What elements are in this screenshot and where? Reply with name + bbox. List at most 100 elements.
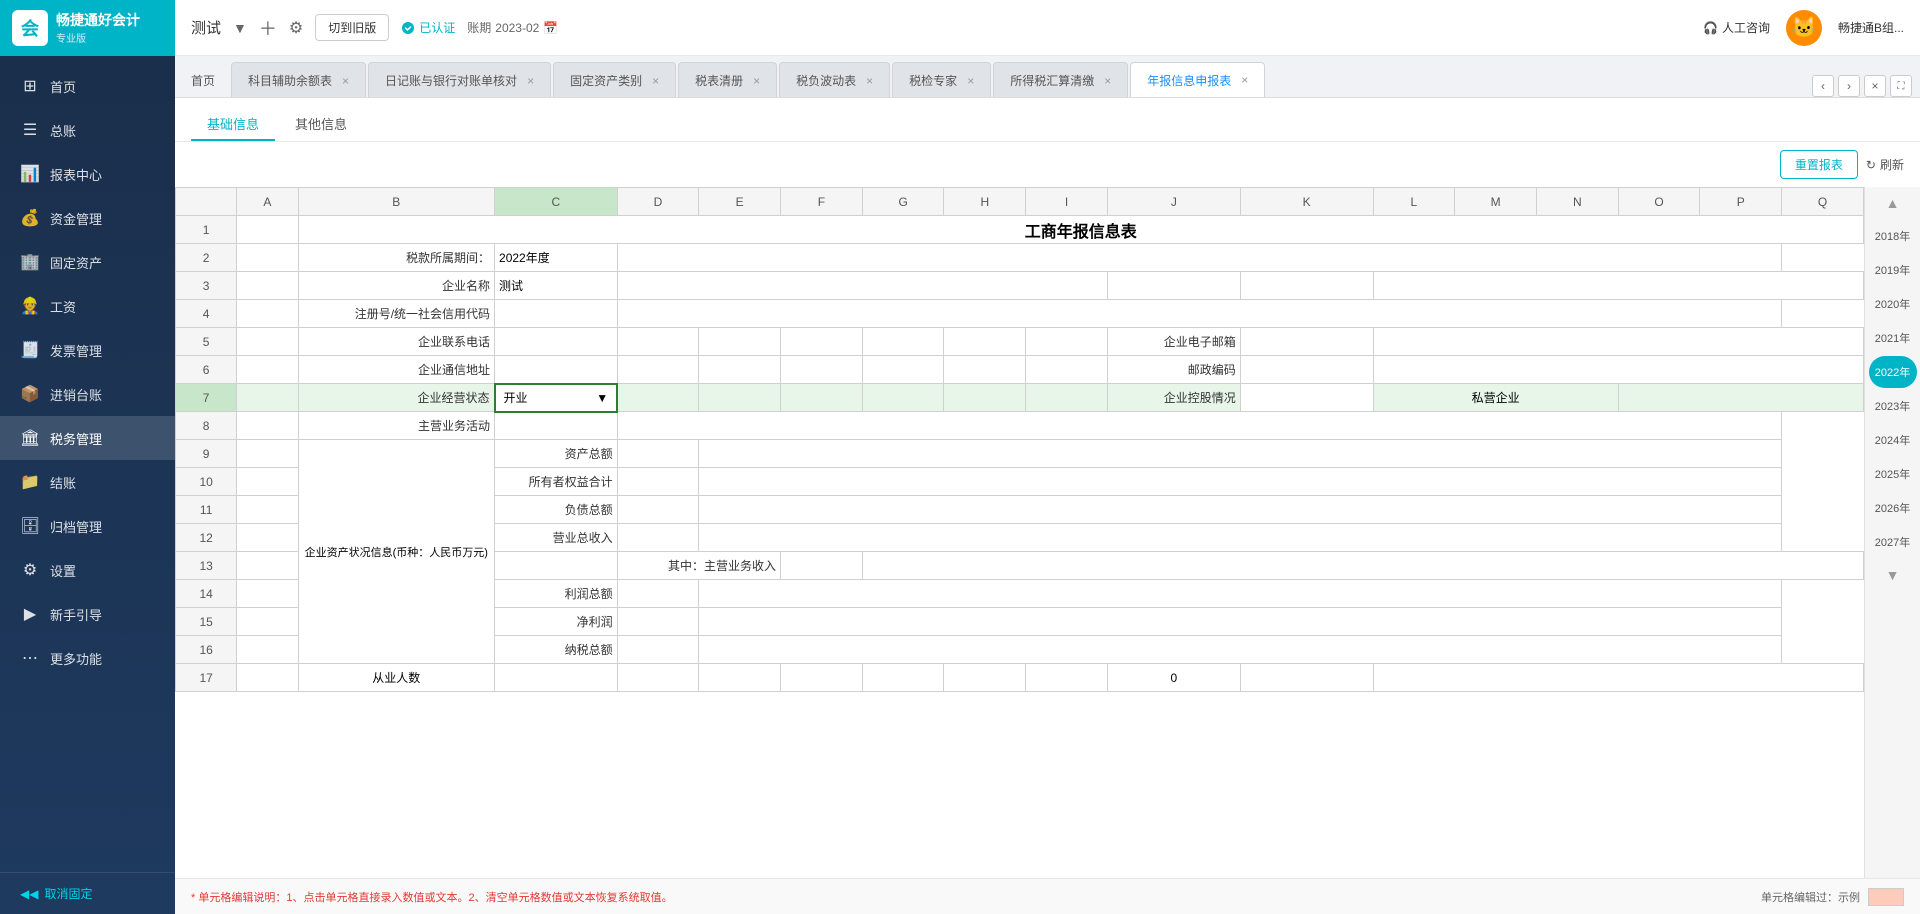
consult-btn[interactable]: 🎧 人工咨询 <box>1703 19 1770 36</box>
col-header-f[interactable]: F <box>781 188 863 216</box>
year-item-2027[interactable]: 2027年 <box>1869 526 1917 558</box>
cell-c3[interactable]: 测试 <box>495 272 618 300</box>
sidebar-item-tax[interactable]: 🏛 税务管理 <box>0 416 175 460</box>
year-item-2022[interactable]: 2022年 <box>1869 356 1917 388</box>
year-scroll-up-btn[interactable]: ▲ <box>1877 191 1909 215</box>
sidebar-item-more[interactable]: ⋯ 更多功能 <box>0 636 175 680</box>
sidebar-item-home[interactable]: ⊞ 首页 <box>0 64 175 108</box>
tab-close-all-btn[interactable]: × <box>1864 75 1886 97</box>
tab-item-6[interactable]: 所得税汇算清缴 × <box>993 62 1128 98</box>
tab-close-btn[interactable]: × <box>1104 74 1111 88</box>
cell-f13[interactable] <box>781 552 863 580</box>
year-scroll-down-btn[interactable]: ▼ <box>1877 563 1909 587</box>
tab-close-btn[interactable]: × <box>342 74 349 88</box>
sidebar-item-assets[interactable]: 🏢 固定资产 <box>0 240 175 284</box>
cell-c8[interactable] <box>495 412 618 440</box>
topbar-add-btn[interactable]: ＋ <box>259 15 277 41</box>
col-header-b[interactable]: B <box>298 188 494 216</box>
cell-k6[interactable] <box>1240 356 1373 384</box>
dropdown-cell[interactable]: 开业 ▼ <box>496 389 617 406</box>
refresh-btn[interactable]: ↻ 刷新 <box>1866 156 1904 173</box>
tab-close-btn[interactable]: × <box>866 74 873 88</box>
year-item-2020[interactable]: 2020年 <box>1869 288 1917 320</box>
cell-k7[interactable] <box>1240 384 1373 412</box>
col-header-d[interactable]: D <box>617 188 699 216</box>
sidebar-item-invoice[interactable]: 🧾 发票管理 <box>0 328 175 372</box>
sidebar-item-archive[interactable]: 🗄 归档管理 <box>0 504 175 548</box>
cell-c17[interactable] <box>495 664 618 692</box>
user-avatar[interactable]: 🐱 <box>1786 10 1822 46</box>
year-item-2018[interactable]: 2018年 <box>1869 220 1917 252</box>
col-header-n[interactable]: N <box>1536 188 1618 216</box>
cancel-fixed-btn[interactable]: ◀◀ 取消固定 <box>0 873 175 914</box>
tab-item-active[interactable]: 年报信息申报表 × <box>1130 62 1265 98</box>
sidebar-item-funds[interactable]: 💰 资金管理 <box>0 196 175 240</box>
tab-close-btn[interactable]: × <box>652 74 659 88</box>
topbar-settings-btn[interactable]: ⚙ <box>289 18 303 38</box>
tab-prev-btn[interactable]: ‹ <box>1812 75 1834 97</box>
col-header-l[interactable]: L <box>1373 188 1455 216</box>
tab-item-0[interactable]: 科目辅助余额表 × <box>231 62 366 98</box>
cell-d12[interactable] <box>617 524 699 552</box>
sidebar-item-close[interactable]: 📁 结账 <box>0 460 175 504</box>
cell-d11[interactable] <box>617 496 699 524</box>
dropdown-arrow-icon[interactable]: ▼ <box>596 391 608 405</box>
cell-c7-dropdown[interactable]: 开业 ▼ <box>495 384 618 412</box>
tab-item-2[interactable]: 固定资产类别 × <box>553 62 676 98</box>
col-header-g[interactable]: G <box>862 188 944 216</box>
year-item-2023[interactable]: 2023年 <box>1869 390 1917 422</box>
tab-close-btn[interactable]: × <box>527 74 534 88</box>
year-item-2026[interactable]: 2026年 <box>1869 492 1917 524</box>
calendar-icon[interactable]: 📅 <box>543 21 558 35</box>
cell-merge-6 <box>1373 356 1863 384</box>
cell-d9[interactable] <box>617 440 699 468</box>
tab-item-3[interactable]: 税表清册 × <box>678 62 777 98</box>
sidebar-item-guide[interactable]: ▶ 新手引导 <box>0 592 175 636</box>
tab-home[interactable]: 首页 <box>175 62 231 98</box>
cell-c2[interactable]: 2022年度 <box>495 244 618 272</box>
sidebar-item-reports[interactable]: 📊 报表中心 <box>0 152 175 196</box>
tab-close-btn[interactable]: × <box>967 74 974 88</box>
sidebar-item-ledger[interactable]: ☰ 总账 <box>0 108 175 152</box>
spreadsheet[interactable]: A B C D E F G H I J K L <box>175 187 1864 878</box>
col-header-m[interactable]: M <box>1455 188 1537 216</box>
col-header-c[interactable]: C <box>495 188 618 216</box>
reset-report-btn[interactable]: 重置报表 <box>1780 150 1858 179</box>
tab-next-btn[interactable]: › <box>1838 75 1860 97</box>
col-header-q[interactable]: Q <box>1782 188 1864 216</box>
cell-d16[interactable] <box>617 636 699 664</box>
cell-d14[interactable] <box>617 580 699 608</box>
cell-d10[interactable] <box>617 468 699 496</box>
col-header-e[interactable]: E <box>699 188 781 216</box>
year-item-2021[interactable]: 2021年 <box>1869 322 1917 354</box>
col-header-a[interactable]: A <box>237 188 298 216</box>
sidebar-item-settings[interactable]: ⚙ 设置 <box>0 548 175 592</box>
tab-close-btn[interactable]: × <box>753 74 760 88</box>
sub-tab-other[interactable]: 其他信息 <box>279 108 363 141</box>
sub-tab-basic[interactable]: 基础信息 <box>191 108 275 141</box>
year-item-2025[interactable]: 2025年 <box>1869 458 1917 490</box>
year-item-2019[interactable]: 2019年 <box>1869 254 1917 286</box>
col-header-p[interactable]: P <box>1700 188 1782 216</box>
cell-c5[interactable] <box>495 328 618 356</box>
cell-c4[interactable] <box>495 300 618 328</box>
col-header-h[interactable]: H <box>944 188 1026 216</box>
col-header-i[interactable]: I <box>1026 188 1108 216</box>
col-header-o[interactable]: O <box>1618 188 1700 216</box>
col-header-j[interactable]: J <box>1107 188 1240 216</box>
tab-item-5[interactable]: 税检专家 × <box>892 62 991 98</box>
topbar-dropdown-btn[interactable]: ▼ <box>233 20 247 36</box>
year-item-2024[interactable]: 2024年 <box>1869 424 1917 456</box>
tab-fullscreen-btn[interactable]: ⛶ <box>1890 75 1912 97</box>
sidebar-item-salary[interactable]: 👷 工资 <box>0 284 175 328</box>
cell-d15[interactable] <box>617 608 699 636</box>
cell-k5[interactable] <box>1240 328 1373 356</box>
switch-version-btn[interactable]: 切到旧版 <box>315 14 389 41</box>
sidebar-item-inventory[interactable]: 📦 进销台账 <box>0 372 175 416</box>
invoice-icon: 🧾 <box>20 340 40 360</box>
tab-item-1[interactable]: 日记账与银行对账单核对 × <box>368 62 551 98</box>
cell-c6[interactable] <box>495 356 618 384</box>
col-header-k[interactable]: K <box>1240 188 1373 216</box>
tab-close-btn[interactable]: × <box>1241 73 1248 87</box>
tab-item-4[interactable]: 税负波动表 × <box>779 62 890 98</box>
